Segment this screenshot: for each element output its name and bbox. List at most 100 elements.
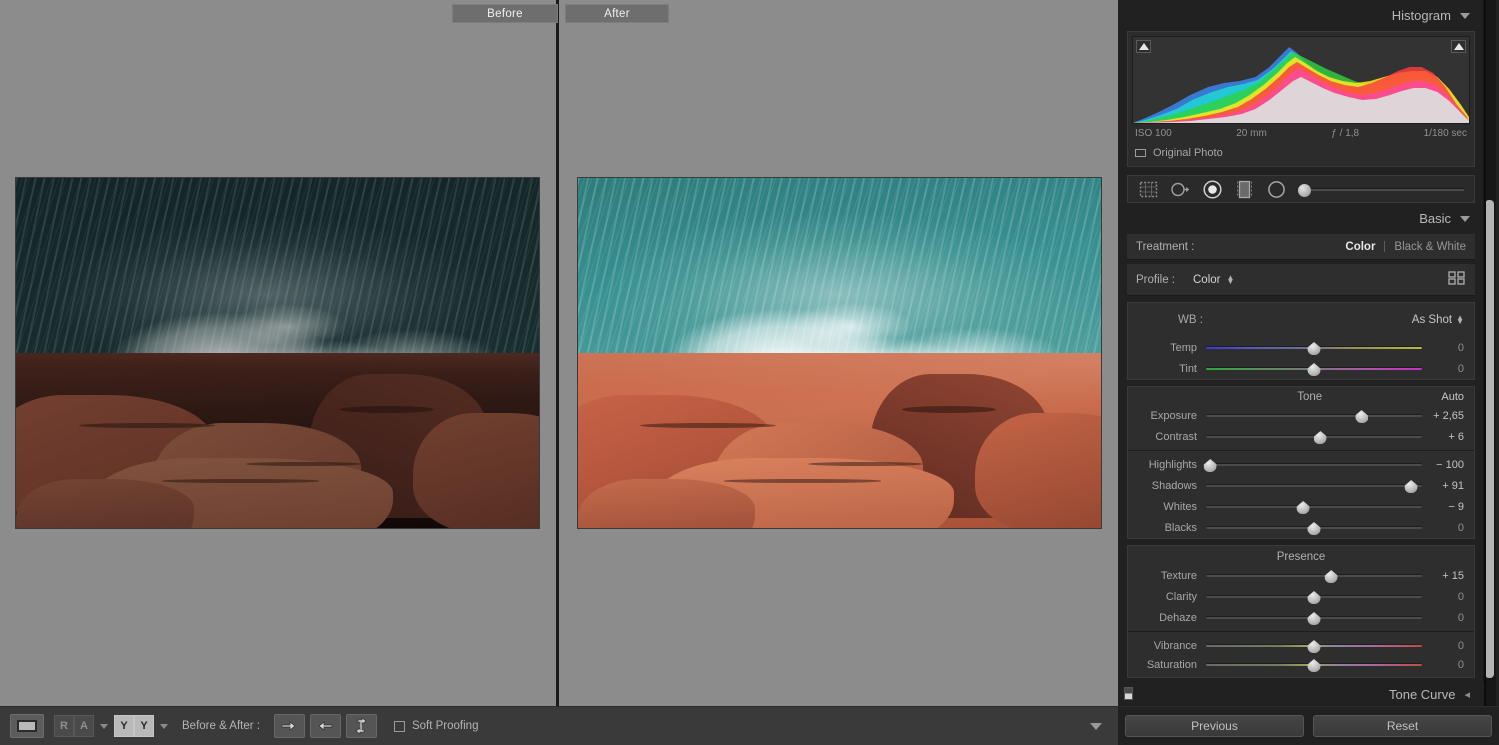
copy-before-to-after-button[interactable] — [309, 714, 341, 738]
before-photo[interactable] — [15, 177, 540, 529]
before-after-layout-toggle[interactable]: Y Y — [114, 715, 154, 737]
seg-y1[interactable]: Y — [114, 715, 134, 737]
after-pane[interactable] — [559, 0, 1118, 706]
clarity-knob[interactable] — [1307, 591, 1321, 604]
radial-gradient-icon[interactable] — [1266, 179, 1286, 199]
tone-divider — [1128, 450, 1474, 451]
right-panel: Histogram ISO 100 20 mm ƒ / 1,8 1/180 se… — [1118, 0, 1499, 745]
linear-gradient-icon[interactable] — [1234, 179, 1254, 199]
exposure-knob[interactable] — [1355, 410, 1369, 423]
shadow-clipping-icon[interactable] — [1136, 40, 1151, 53]
whites-knob[interactable] — [1296, 501, 1310, 514]
reset-button[interactable]: Reset — [1313, 715, 1492, 737]
slider-row-texture: Texture + 15 — [1128, 565, 1474, 586]
saturation-slider[interactable] — [1206, 659, 1422, 672]
saturation-knob[interactable] — [1307, 659, 1321, 672]
texture-knob[interactable] — [1324, 570, 1338, 583]
profile-value[interactable]: Color — [1193, 274, 1220, 286]
triangle-down-icon-basic[interactable] — [1460, 215, 1470, 222]
slider-row-clarity: Clarity 0 — [1128, 586, 1474, 607]
histogram-graph[interactable] — [1132, 36, 1470, 124]
after-label: After — [565, 4, 669, 23]
previous-button[interactable]: Previous — [1125, 715, 1304, 737]
treatment-label: Treatment : — [1136, 240, 1195, 253]
before-pane[interactable] — [0, 0, 559, 706]
seg-a[interactable]: A — [74, 715, 94, 737]
whites-value: − 9 — [1448, 500, 1464, 513]
toolbar-chevron-down-icon[interactable] — [1090, 722, 1102, 730]
soft-proofing-checkbox[interactable] — [393, 720, 405, 732]
temp-knob[interactable] — [1307, 342, 1321, 355]
masking-icon[interactable] — [1202, 179, 1222, 199]
exif-aperture: ƒ / 1,8 — [1331, 128, 1360, 139]
treatment-bw-option[interactable]: Black & White — [1394, 241, 1466, 253]
saturation-label: Saturation — [1146, 658, 1197, 671]
panel-scrollbar[interactable] — [1485, 200, 1494, 678]
shadows-knob[interactable] — [1404, 480, 1418, 493]
tint-slider[interactable] — [1206, 363, 1422, 376]
slider-row-vibrance: Vibrance 0 — [1128, 635, 1474, 656]
reference-actual-toggle[interactable]: R A — [54, 715, 94, 737]
dehaze-knob[interactable] — [1307, 612, 1321, 625]
highlights-slider[interactable] — [1203, 459, 1422, 472]
wb-stepper-icon[interactable]: ▲ ▼ — [1456, 314, 1464, 326]
slider-row-blacks: Blacks 0 — [1128, 517, 1474, 538]
histogram-curve — [1133, 47, 1469, 123]
tool-amount-slider[interactable] — [1298, 183, 1464, 197]
shadows-slider[interactable] — [1206, 480, 1422, 493]
chevron-down-icon-2[interactable] — [160, 723, 168, 729]
histogram-header[interactable]: Histogram — [1118, 0, 1484, 31]
tool-amount-knob[interactable] — [1298, 183, 1311, 197]
highlight-clipping-icon[interactable] — [1451, 40, 1466, 53]
highlights-label: Highlights — [1148, 458, 1197, 471]
vibrance-knob[interactable] — [1307, 640, 1321, 653]
contrast-knob[interactable] — [1313, 431, 1327, 444]
seg-r[interactable]: R — [54, 715, 74, 737]
slider-row-whites: Whites − 9 — [1128, 496, 1474, 517]
presence-section: Presence Texture + 15 Clarity 0 Dehaze 0 — [1127, 545, 1475, 678]
triangle-left-icon[interactable]: ◂ — [1464, 688, 1470, 701]
clarity-slider[interactable] — [1206, 591, 1422, 604]
original-photo-icon — [1135, 149, 1146, 157]
texture-slider[interactable] — [1206, 570, 1422, 583]
seg-y2[interactable]: Y — [134, 715, 154, 737]
triangle-down-icon[interactable] — [1460, 12, 1470, 19]
copy-after-to-before-button[interactable] — [273, 714, 305, 738]
basic-header[interactable]: Basic — [1118, 203, 1484, 234]
swap-vertical-icon — [355, 717, 367, 735]
wb-value[interactable]: As Shot ▲ ▼ — [1412, 314, 1464, 327]
swap-before-after-button[interactable] — [345, 714, 377, 738]
treatment-color-option[interactable]: Color — [1345, 241, 1375, 253]
after-photo[interactable] — [576, 177, 1102, 529]
panel-footer: Previous Reset — [1118, 706, 1499, 745]
chevron-down-icon[interactable] — [100, 723, 108, 729]
whites-slider[interactable] — [1206, 501, 1422, 514]
slider-row-dehaze: Dehaze 0 — [1128, 607, 1474, 628]
tone-section: Tone Auto Exposure + 2,65 Contrast + 6 H… — [1127, 386, 1475, 539]
exif-iso: ISO 100 — [1135, 128, 1172, 139]
tint-knob[interactable] — [1307, 363, 1321, 376]
histogram-exif: ISO 100 20 mm ƒ / 1,8 1/180 sec — [1132, 124, 1470, 141]
histogram-panel: ISO 100 20 mm ƒ / 1,8 1/180 sec Original… — [1127, 31, 1475, 167]
original-photo-label: Original Photo — [1153, 147, 1223, 159]
contrast-slider[interactable] — [1206, 431, 1422, 444]
exposure-slider[interactable] — [1206, 410, 1422, 423]
spot-removal-icon[interactable] — [1170, 179, 1190, 199]
slider-row-temp: Temp 0 — [1128, 337, 1474, 358]
temp-slider[interactable] — [1206, 342, 1422, 355]
crop-overlay-icon[interactable] — [1138, 179, 1158, 199]
blacks-slider[interactable] — [1206, 522, 1422, 535]
blacks-knob[interactable] — [1307, 522, 1321, 535]
vibrance-slider[interactable] — [1206, 640, 1422, 653]
profile-stepper-icon[interactable]: ▲ ▼ — [1226, 273, 1234, 285]
arrow-left-icon — [318, 721, 333, 731]
tone-curve-header[interactable]: Tone Curve ◂ — [1118, 682, 1484, 706]
profile-row: Profile : Color ▲ ▼ — [1127, 264, 1475, 296]
profile-grid-icon[interactable] — [1448, 271, 1466, 288]
loupe-view-icon[interactable] — [10, 714, 44, 738]
tone-curve-switch-icon[interactable] — [1124, 687, 1133, 700]
slider-row-tint: Tint 0 — [1128, 358, 1474, 379]
original-photo-row[interactable]: Original Photo — [1132, 141, 1470, 162]
auto-tone-button[interactable]: Auto — [1441, 391, 1464, 403]
dehaze-slider[interactable] — [1206, 612, 1422, 625]
